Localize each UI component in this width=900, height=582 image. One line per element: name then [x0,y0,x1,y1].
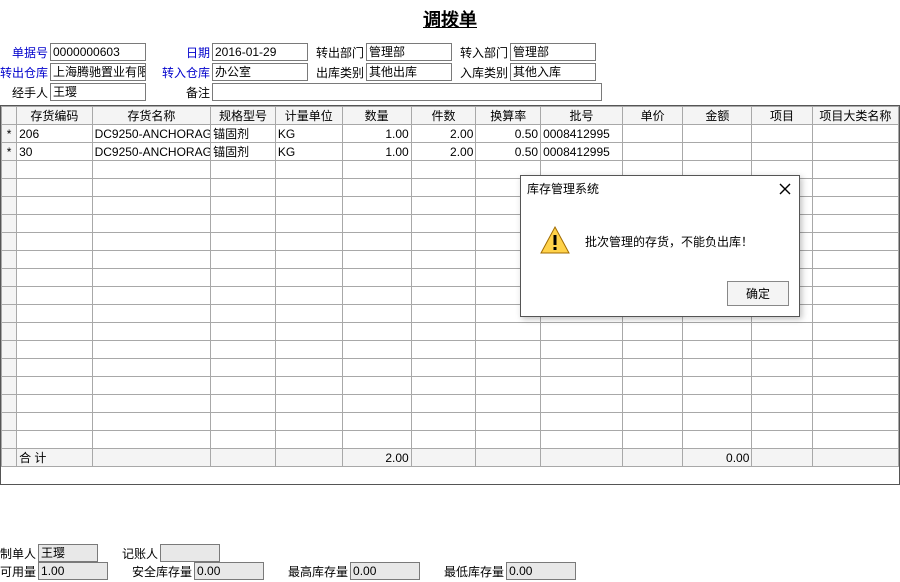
table-row[interactable] [2,431,899,449]
out-type-label: 出库类别 [308,64,366,81]
date-field[interactable]: 2016-01-29 [212,43,308,61]
max-label: 最高库存量 [288,563,350,580]
stock-info-bar: 可用量 1.00 安全库存量 0.00 最高库存量 0.00 最低库存量 0.0… [0,562,576,580]
table-row[interactable]: *206DC9250-ANCHORAGE锚固剂KG1.002.000.50000… [2,125,899,143]
usable-field: 1.00 [38,562,108,580]
remark-field[interactable] [212,83,602,101]
col-projcat[interactable]: 项目大类名称 [812,107,898,125]
table-row[interactable] [2,341,899,359]
out-dept-label: 转出部门 [308,44,366,61]
poster-field [160,544,220,562]
grid-total-row: 合 计 2.00 0.00 [2,449,899,467]
col-unit[interactable]: 计量单位 [275,107,342,125]
out-wh-field[interactable]: 上海腾驰置业有限 [50,63,146,81]
col-name[interactable]: 存货名称 [92,107,211,125]
dialog-ok-button[interactable]: 确定 [727,281,789,306]
date-label: 日期 [146,44,212,61]
out-type-field[interactable]: 其他出库 [366,63,452,81]
page-title: 调拨单 [0,0,900,42]
doc-no-label: 单据号 [0,44,50,61]
close-icon [779,183,791,195]
max-field: 0.00 [350,562,420,580]
footer-bar: 制单人 王璎 记账人 [0,544,220,562]
out-wh-label: 转出仓库 [0,64,50,81]
table-row[interactable] [2,395,899,413]
col-spec[interactable]: 规格型号 [211,107,276,125]
col-qty[interactable]: 数量 [342,107,411,125]
form-header: 单据号 0000000603 日期 2016-01-29 转出部门 管理部 转入… [0,42,900,102]
dialog-message: 批次管理的存货，不能负出库！ [585,233,753,250]
doc-no-field[interactable]: 0000000603 [50,43,146,61]
remark-label: 备注 [146,84,212,101]
poster-label: 记账人 [122,545,160,562]
in-type-field[interactable]: 其他入库 [510,63,596,81]
total-amount: 0.00 [683,449,752,467]
dialog-title: 库存管理系统 [527,180,599,197]
total-qty: 2.00 [342,449,411,467]
handler-field[interactable]: 王璎 [50,83,146,101]
col-pcs[interactable]: 件数 [411,107,476,125]
usable-label: 可用量 [0,563,38,580]
col-price[interactable]: 单价 [623,107,683,125]
grid-header: 存货编码 存货名称 规格型号 计量单位 数量 件数 换算率 批号 单价 金额 项… [2,107,899,125]
maker-label: 制单人 [0,545,38,562]
warning-icon [539,225,571,257]
col-code[interactable]: 存货编码 [17,107,92,125]
dialog-close-button[interactable] [777,181,793,197]
maker-field: 王璎 [38,544,98,562]
col-amount[interactable]: 金额 [683,107,752,125]
col-batch[interactable]: 批号 [541,107,623,125]
in-dept-field[interactable]: 管理部 [510,43,596,61]
min-field: 0.00 [506,562,576,580]
table-row[interactable] [2,359,899,377]
table-row[interactable] [2,323,899,341]
in-dept-label: 转入部门 [452,44,510,61]
safe-field: 0.00 [194,562,264,580]
in-type-label: 入库类别 [452,64,510,81]
table-row[interactable] [2,377,899,395]
in-wh-label: 转入仓库 [146,64,212,81]
table-row[interactable]: *30DC9250-ANCHORAGE锚固剂KG1.002.000.500008… [2,143,899,161]
col-proj[interactable]: 项目 [752,107,812,125]
total-label: 合 计 [17,449,92,467]
safe-label: 安全库存量 [132,563,194,580]
out-dept-field[interactable]: 管理部 [366,43,452,61]
in-wh-field[interactable]: 办公室 [212,63,308,81]
min-label: 最低库存量 [444,563,506,580]
col-rate[interactable]: 换算率 [476,107,541,125]
handler-label: 经手人 [0,84,50,101]
warning-dialog: 库存管理系统 批次管理的存货，不能负出库！ 确定 [520,175,800,317]
table-row[interactable] [2,413,899,431]
